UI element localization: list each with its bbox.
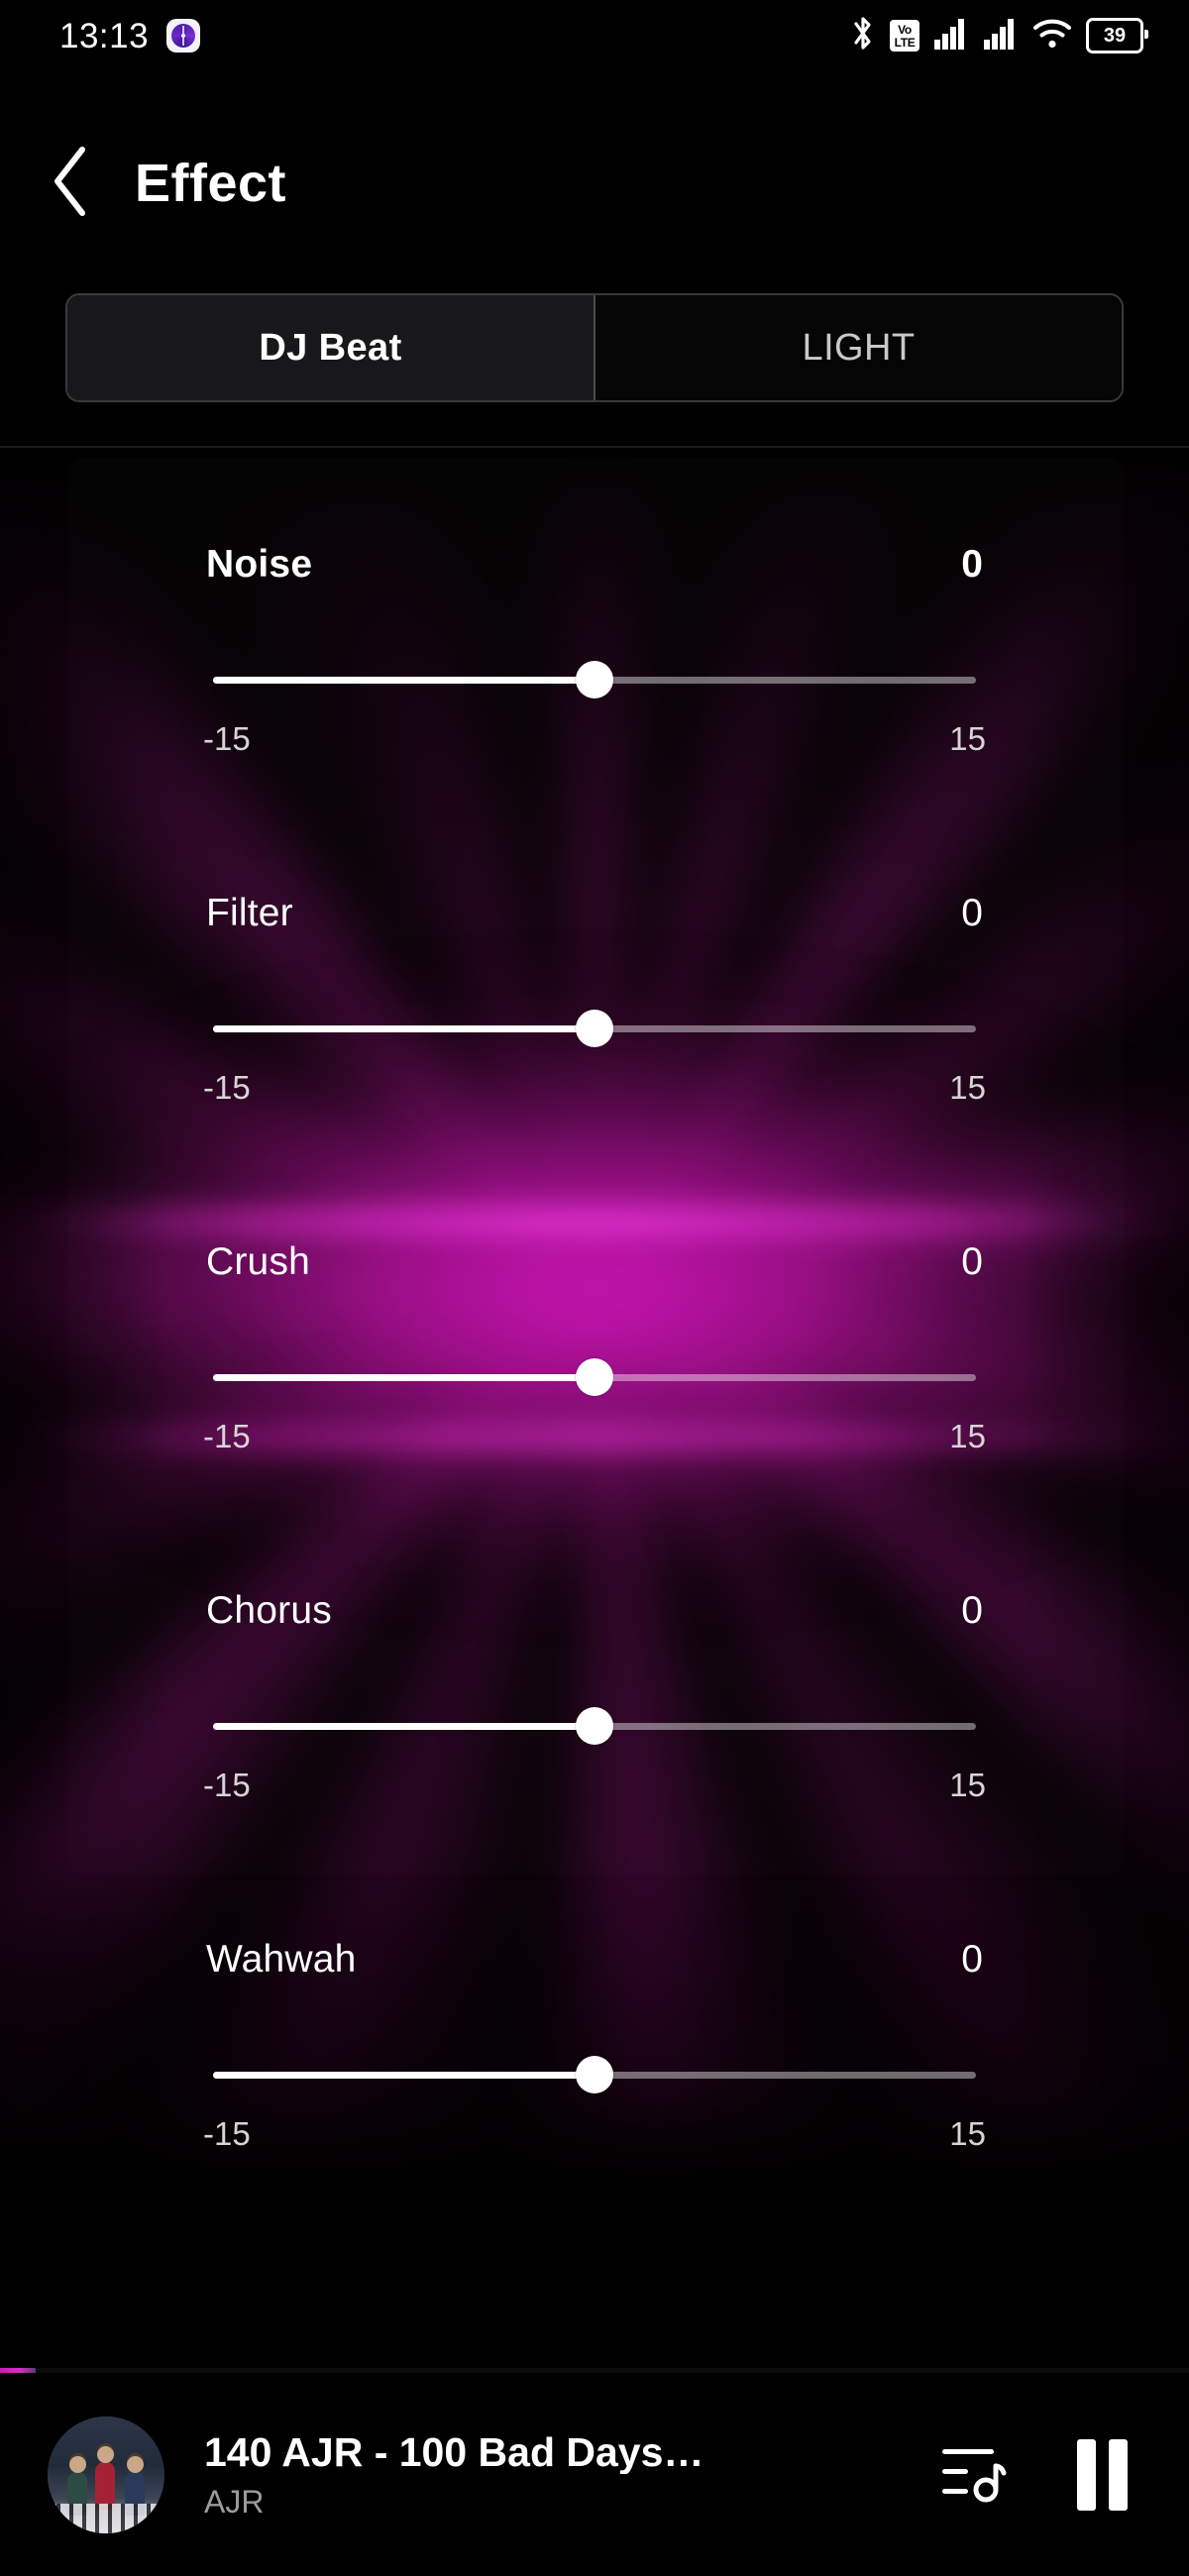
tab-light-label: LIGHT (802, 327, 916, 369)
slider-fill (213, 1723, 594, 1730)
pause-bar-left (1077, 2438, 1096, 2511)
wifi-icon (1032, 18, 1072, 54)
slider-range-labels: -15 15 (203, 722, 986, 755)
slider-min-label: -15 (203, 1767, 251, 1803)
slider-max-label: 15 (949, 1069, 986, 1106)
slider-min-label: -15 (203, 1418, 251, 1454)
page-header: Effect (0, 129, 1189, 238)
tab-dj-beat-label: DJ Beat (259, 327, 402, 369)
mini-player-bar: 140 AJR - 100 Bad Days… AJR (0, 2373, 1189, 2576)
page-title: Effect (135, 154, 287, 213)
status-bar-right: Vo LTE 39 (850, 15, 1148, 57)
effect-screen: 13:13 Vo LTE 39 Effect DJ Beat LIGHT Noi… (0, 0, 1189, 2576)
cellular-signal-icon (983, 17, 1019, 55)
effect-slider-filter[interactable] (213, 1001, 976, 1056)
effect-row-chorus: Chorus 0 -15 15 (0, 1504, 1189, 1853)
album-artwork-stairs (48, 2503, 164, 2533)
compass-app-icon-inner (171, 24, 196, 48)
effect-row-header: Noise 0 (206, 545, 983, 584)
effect-slider-wahwah[interactable] (213, 2047, 976, 2102)
effect-slider-crush[interactable] (213, 1349, 976, 1405)
track-artist: AJR (204, 2484, 265, 2521)
effect-label-chorus: Chorus (206, 1589, 332, 1632)
slider-thumb[interactable] (576, 1010, 613, 1047)
effect-mode-tabs: DJ Beat LIGHT (65, 293, 1124, 402)
slider-min-label: -15 (203, 1069, 251, 1106)
status-clock: 13:13 (59, 16, 150, 55)
effect-slider-list: Noise 0 -15 15 Filter 0 -15 15 Crush 0 -… (0, 458, 1189, 2201)
pause-bar-right (1109, 2438, 1128, 2511)
effect-row-noise: Noise 0 -15 15 (0, 458, 1189, 806)
effect-label-filter: Filter (206, 892, 293, 934)
cellular-signal-icon (933, 17, 969, 55)
tab-dj-beat[interactable]: DJ Beat (67, 295, 595, 400)
queue-button[interactable] (936, 2433, 1014, 2516)
slider-thumb[interactable] (576, 661, 613, 698)
slider-thumb[interactable] (576, 1707, 613, 1745)
battery-level-label: 39 (1103, 24, 1127, 47)
album-artwork-figure (95, 2445, 115, 2510)
effect-label-wahwah: Wahwah (206, 1938, 357, 1981)
effect-value-wahwah: 0 (961, 1938, 983, 1981)
effect-label-crush: Crush (206, 1240, 311, 1283)
effect-slider-chorus[interactable] (213, 1698, 976, 1754)
slider-max-label: 15 (949, 1767, 986, 1803)
effect-slider-noise[interactable] (213, 652, 976, 707)
volte-icon: Vo LTE (890, 20, 919, 52)
slider-fill (213, 1025, 594, 1032)
slider-range-labels: -15 15 (203, 2117, 986, 2150)
track-metadata[interactable]: 140 AJR - 100 Bad Days… AJR (204, 2431, 936, 2518)
effect-value-noise: 0 (961, 543, 983, 586)
volte-top-label: Vo (898, 22, 912, 37)
back-button[interactable] (24, 136, 119, 231)
slider-fill (213, 677, 594, 684)
album-artwork[interactable] (48, 2415, 164, 2533)
tab-light[interactable]: LIGHT (595, 295, 1122, 400)
compass-app-icon (166, 19, 201, 53)
effect-row-header: Crush 0 (206, 1242, 983, 1281)
slider-min-label: -15 (203, 2115, 251, 2152)
slider-fill (213, 2072, 594, 2079)
effect-value-filter: 0 (961, 892, 983, 934)
slider-min-label: -15 (203, 720, 251, 757)
pause-icon (1077, 2438, 1128, 2511)
player-controls (936, 2433, 1128, 2516)
battery-icon: 39 (1086, 18, 1148, 54)
effect-row-crush: Crush 0 -15 15 (0, 1155, 1189, 1504)
tab-divider (0, 446, 1189, 448)
slider-max-label: 15 (949, 1418, 986, 1454)
effect-row-wahwah: Wahwah 0 -15 15 (0, 1853, 1189, 2201)
effect-row-header: Wahwah 0 (206, 1940, 983, 1979)
play-pause-button[interactable] (1077, 2438, 1128, 2511)
effect-row-header: Filter 0 (206, 894, 983, 932)
track-title: 140 AJR - 100 Bad Days… (204, 2430, 704, 2475)
slider-range-labels: -15 15 (203, 1420, 986, 1452)
slider-max-label: 15 (949, 2115, 986, 2152)
effect-value-chorus: 0 (961, 1589, 983, 1632)
slider-range-labels: -15 15 (203, 1071, 986, 1104)
status-bar: 13:13 Vo LTE 39 (0, 0, 1189, 71)
chevron-left-icon (48, 145, 95, 223)
playlist-queue-icon (936, 2433, 1014, 2516)
effect-value-crush: 0 (961, 1240, 983, 1283)
slider-range-labels: -15 15 (203, 1769, 986, 1801)
bluetooth-icon (850, 15, 876, 57)
slider-fill (213, 1374, 594, 1381)
slider-thumb[interactable] (576, 1358, 613, 1396)
slider-max-label: 15 (949, 720, 986, 757)
effect-row-filter: Filter 0 -15 15 (0, 806, 1189, 1155)
slider-thumb[interactable] (576, 2056, 613, 2093)
effect-row-header: Chorus 0 (206, 1591, 983, 1630)
effect-label-noise: Noise (206, 543, 313, 586)
status-bar-left: 13:13 (59, 16, 201, 55)
volte-bottom-label: LTE (894, 35, 916, 50)
